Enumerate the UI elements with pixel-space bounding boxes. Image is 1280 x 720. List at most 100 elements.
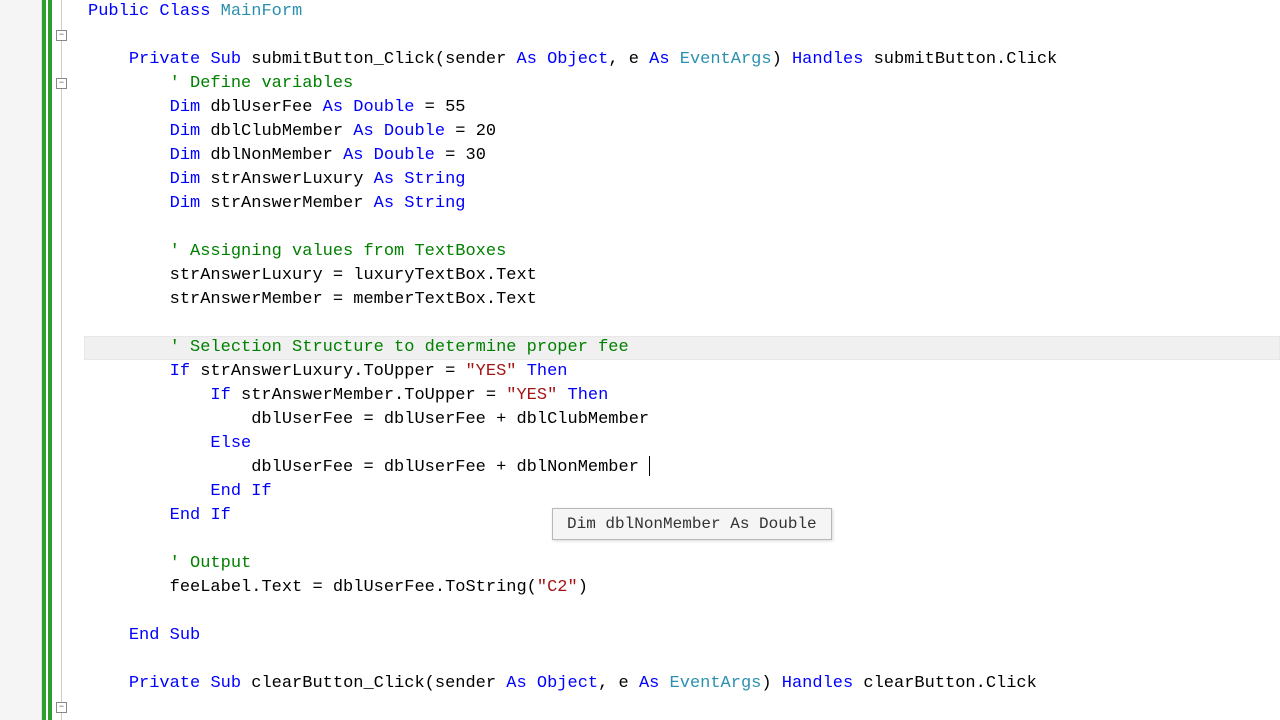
code-line[interactable]: ' Output (84, 552, 1280, 576)
code-token: ' Output (170, 554, 252, 573)
code-token (517, 362, 527, 381)
code-token: Sub (170, 626, 201, 645)
code-line[interactable] (84, 216, 1280, 240)
outline-vertical (61, 0, 62, 720)
code-token: ) (761, 674, 781, 693)
code-token: Else (210, 434, 251, 453)
code-token: Then (527, 362, 568, 381)
code-line[interactable]: ' Assigning values from TextBoxes (84, 240, 1280, 264)
code-token: submitButton.Click (863, 50, 1057, 69)
code-token: feeLabel.Text = dblUserFee.ToString( (170, 578, 537, 597)
code-token: As (506, 674, 526, 693)
code-line[interactable] (84, 24, 1280, 48)
code-token: EventArgs (670, 674, 762, 693)
code-token: = 55 (414, 98, 465, 117)
code-token: Private (129, 674, 200, 693)
code-token: Handles (792, 50, 863, 69)
code-line[interactable]: If strAnswerMember.ToUpper = "YES" Then (84, 384, 1280, 408)
code-token: = 20 (445, 122, 496, 141)
code-token: ) (772, 50, 792, 69)
code-token: , e (608, 50, 649, 69)
code-token: strAnswerLuxury.ToUpper = (190, 362, 465, 381)
code-token: = 30 (435, 146, 486, 165)
code-token (200, 506, 210, 525)
fold-toggle-icon[interactable] (56, 702, 67, 713)
code-line[interactable]: Dim dblNonMember As Double = 30 (84, 144, 1280, 168)
fold-toggle-icon[interactable] (56, 30, 67, 41)
code-area[interactable]: Public Class MainForm Private Sub submit… (84, 0, 1280, 720)
code-token: dblUserFee = dblUserFee + dblNonMember (251, 458, 649, 477)
code-line[interactable]: Dim strAnswerMember As String (84, 192, 1280, 216)
code-token: Public (88, 2, 149, 21)
code-token: End (170, 506, 201, 525)
code-token: Then (568, 386, 609, 405)
code-line[interactable]: Dim dblClubMember As Double = 20 (84, 120, 1280, 144)
code-token: Double (384, 122, 445, 141)
code-token: strAnswerLuxury = luxuryTextBox.Text (170, 266, 537, 285)
code-token: As (343, 146, 363, 165)
code-token (200, 674, 210, 693)
code-line[interactable]: feeLabel.Text = dblUserFee.ToString("C2"… (84, 576, 1280, 600)
code-token: ) (578, 578, 588, 597)
code-token (343, 98, 353, 117)
code-line[interactable]: Dim dblUserFee As Double = 55 (84, 96, 1280, 120)
code-line[interactable]: End If (84, 480, 1280, 504)
code-line[interactable]: strAnswerMember = memberTextBox.Text (84, 288, 1280, 312)
code-token (200, 50, 210, 69)
code-token: dblUserFee (200, 98, 322, 117)
code-token: Dim (170, 122, 201, 141)
code-line[interactable]: strAnswerLuxury = luxuryTextBox.Text (84, 264, 1280, 288)
code-token (659, 674, 669, 693)
code-line[interactable]: Private Sub submitButton_Click(sender As… (84, 48, 1280, 72)
change-marker (48, 0, 52, 720)
code-token: As (649, 50, 669, 69)
code-token: As (353, 122, 373, 141)
code-token: Object (547, 50, 608, 69)
code-line[interactable] (84, 600, 1280, 624)
code-token: If (210, 506, 230, 525)
fold-toggle-icon[interactable] (56, 78, 67, 89)
code-token (527, 674, 537, 693)
code-token: ' Define variables (170, 74, 354, 93)
code-token (374, 122, 384, 141)
tooltip-text: Dim dblNonMember As Double (567, 515, 817, 533)
code-token: As (374, 170, 394, 189)
code-token: Object (537, 674, 598, 693)
code-token: End (210, 482, 241, 501)
code-token (670, 50, 680, 69)
code-line[interactable] (84, 648, 1280, 672)
code-token: dblNonMember (200, 146, 343, 165)
code-token: EventArgs (680, 50, 772, 69)
code-token (149, 2, 159, 21)
code-token: If (251, 482, 271, 501)
code-token: clearButton_Click(sender (241, 674, 506, 693)
code-token (537, 50, 547, 69)
code-token: strAnswerLuxury (200, 170, 373, 189)
code-line[interactable]: Dim strAnswerLuxury As String (84, 168, 1280, 192)
code-token (363, 146, 373, 165)
code-token: As (323, 98, 343, 117)
code-token: clearButton.Click (853, 674, 1037, 693)
code-line[interactable]: Private Sub clearButton_Click(sender As … (84, 672, 1280, 696)
code-token: Dim (170, 194, 201, 213)
code-token: String (404, 170, 465, 189)
code-line[interactable]: ' Define variables (84, 72, 1280, 96)
code-token: As (517, 50, 537, 69)
code-line[interactable]: ' Selection Structure to determine prope… (84, 336, 1280, 360)
code-token: "C2" (537, 578, 578, 597)
code-token: "YES" (506, 386, 557, 405)
code-line[interactable]: End Sub (84, 624, 1280, 648)
code-line[interactable] (84, 312, 1280, 336)
code-token (159, 626, 169, 645)
code-token (557, 386, 567, 405)
code-line[interactable]: If strAnswerLuxury.ToUpper = "YES" Then (84, 360, 1280, 384)
code-line[interactable]: Public Class MainForm (84, 0, 1280, 24)
code-token: Sub (210, 674, 241, 693)
code-line[interactable]: dblUserFee = dblUserFee + dblNonMember (84, 456, 1280, 480)
code-token (394, 194, 404, 213)
code-token: String (404, 194, 465, 213)
text-cursor (649, 456, 650, 476)
code-line[interactable]: dblUserFee = dblUserFee + dblClubMember (84, 408, 1280, 432)
code-line[interactable]: Else (84, 432, 1280, 456)
code-token (210, 2, 220, 21)
